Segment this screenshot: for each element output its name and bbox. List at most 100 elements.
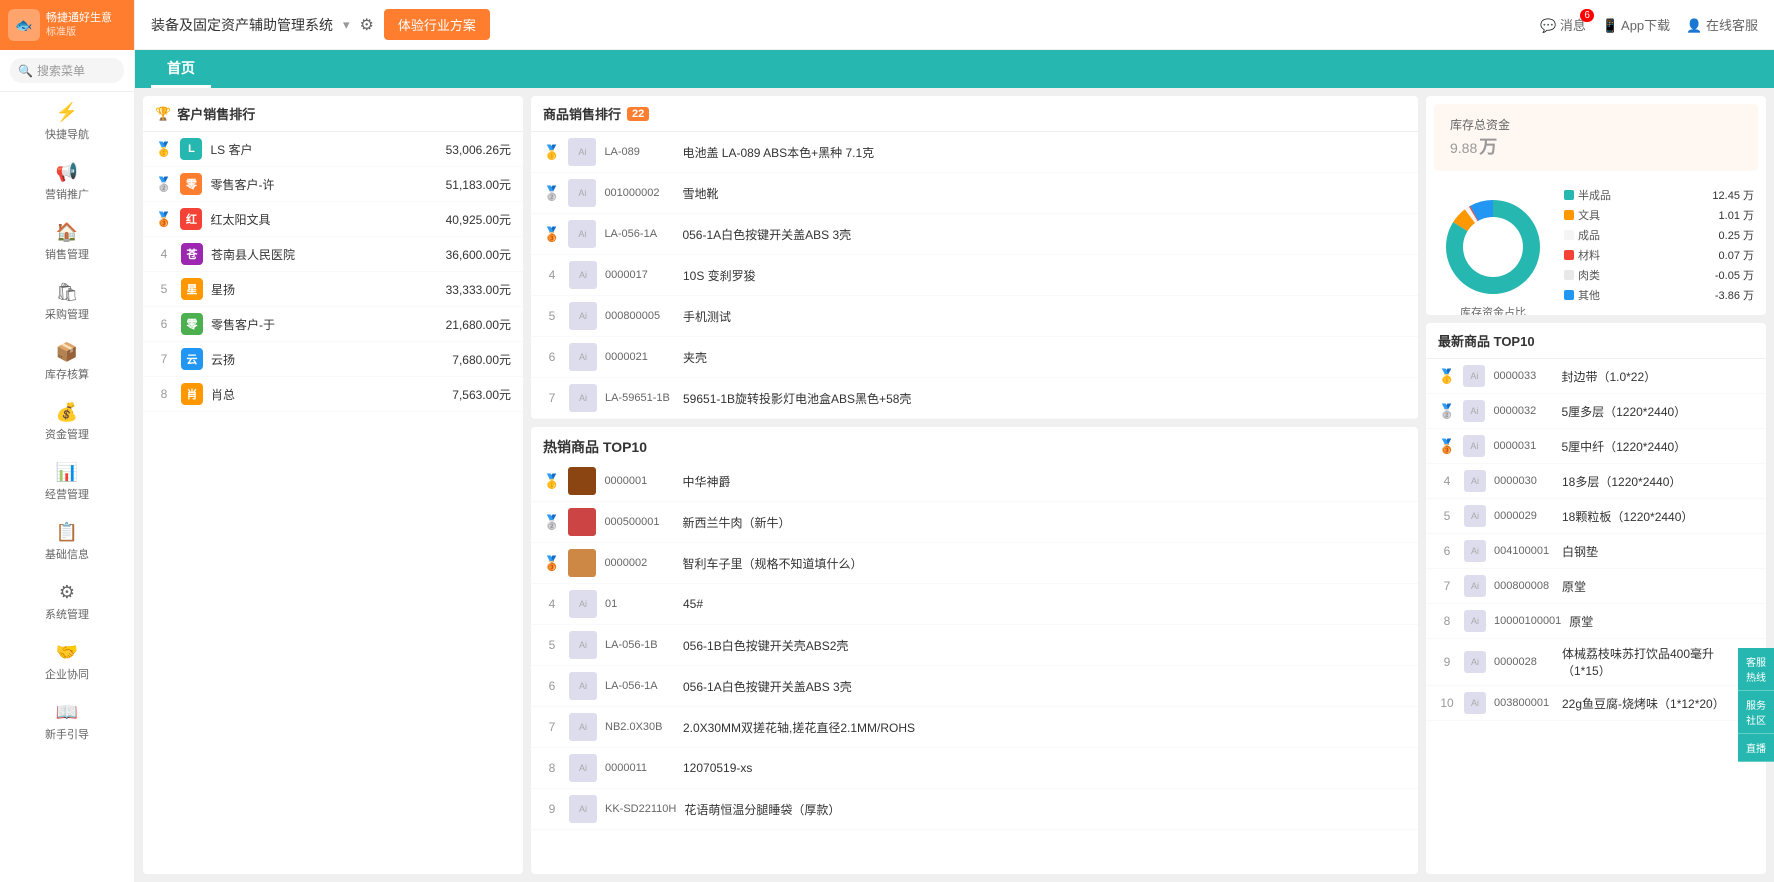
tab-home[interactable]: 首页 xyxy=(151,50,211,88)
customer-rank-list: 🥇 L LS 客户 53,006.26元 🥈 零 零售客户-许 51,183.0… xyxy=(143,132,523,412)
customer-ranking-title: 客户销售排行 xyxy=(177,104,255,123)
new-product-item: 6 Ai 004100001 白钢垫 xyxy=(1426,534,1766,569)
hot-product-thumb: Ai xyxy=(569,631,597,659)
legend-name: 半成品 xyxy=(1578,187,1700,203)
online-service-button[interactable]: 👤 在线客服 xyxy=(1686,15,1758,34)
inventory-summary: 库存总资金 9.88万 xyxy=(1434,104,1758,171)
product-sales-item: 🥉 Ai LA-056-1A 056-1A白色按键开关盖ABS 3壳 xyxy=(531,214,1418,255)
legend-item: 文具 1.01 万 xyxy=(1564,207,1754,223)
sidebar-item-sales[interactable]: 🏠 销售管理 xyxy=(0,212,134,272)
new-product-thumb: Ai xyxy=(1464,470,1486,492)
header-right: 💬 6 消息 📱 App下载 👤 在线客服 xyxy=(1540,15,1758,34)
product-thumb: Ai xyxy=(569,302,597,330)
hot-product-code: KK-SD22110H xyxy=(605,803,676,815)
sidebar-item-marketing[interactable]: 📢 营销推广 xyxy=(0,152,134,212)
product-code: 001000002 xyxy=(604,187,674,199)
message-button[interactable]: 💬 6 消息 xyxy=(1540,15,1586,34)
customer-name: 肖总 xyxy=(211,386,444,403)
legend-value: 0.25 万 xyxy=(1704,227,1754,243)
hot-product-code: 0000011 xyxy=(605,762,675,774)
donut-label: 库存资金占比 xyxy=(1460,304,1526,315)
customer-name: 星扬 xyxy=(211,281,438,298)
customer-name: 零售客户-许 xyxy=(210,176,437,193)
sales-label: 销售管理 xyxy=(45,246,89,262)
customer-name: 云扬 xyxy=(211,351,444,368)
service-icon: 👤 xyxy=(1686,18,1702,33)
app-download-button[interactable]: 📱 App下载 xyxy=(1602,15,1670,34)
sidebar-nav: ⚡ 快捷导航 📢 营销推广 🏠 销售管理 🛍 采购管理 📦 库存核算 💰 资金管… xyxy=(0,92,134,882)
search-menu-item[interactable]: 🔍 搜索菜单 xyxy=(10,58,124,83)
donut-chart: 库存资金占比 xyxy=(1438,192,1548,302)
new-product-item: 9 Ai 0000028 体械荔枝味苏打饮品400毫升（1*15） xyxy=(1426,639,1766,686)
product-name: 电池盖 LA-089 ABS本色+黑种 7.1克 xyxy=(682,144,1406,161)
new-product-code: 000800008 xyxy=(1494,580,1554,592)
hot-product-item: 🥉 0000002 智利车子里（规格不知道填什么） xyxy=(531,543,1418,584)
basic-label: 基础信息 xyxy=(45,546,89,562)
main-area: 装备及固定资产辅助管理系统 ▾ ⚙ 体验行业方案 💬 6 消息 📱 App下载 … xyxy=(135,0,1774,882)
hot-product-name: 12070519-xs xyxy=(683,761,1406,775)
sidebar-item-quicknav[interactable]: ⚡ 快捷导航 xyxy=(0,92,134,152)
customer-rank-item: 6 零 零售客户-于 21,680.00元 xyxy=(143,307,523,342)
right-column: 库存总资金 9.88万 xyxy=(1426,96,1766,874)
legend-value: -3.86 万 xyxy=(1704,287,1754,303)
new-products-list: 🥇 Ai 0000033 封边带（1.0*22） 🥈 Ai 0000032 5厘… xyxy=(1426,359,1766,874)
new-products-card: 最新商品 TOP10 🥇 Ai 0000033 封边带（1.0*22） 🥈 Ai… xyxy=(1426,323,1766,874)
new-product-code: 0000028 xyxy=(1494,656,1554,668)
customer-avatar: 红 xyxy=(180,208,202,230)
legend-name: 成品 xyxy=(1578,227,1700,243)
sidebar-item-finance[interactable]: 💰 资金管理 xyxy=(0,392,134,452)
hot-product-item: 4 Ai 01 45# xyxy=(531,584,1418,625)
customer-rank-item: 4 苍 苍南县人民医院 36,600.00元 xyxy=(143,237,523,272)
new-product-item: 10 Ai 003800001 22g鱼豆腐-烧烤味（1*12*20） xyxy=(1426,686,1766,721)
mid-column: 商品销售排行 22 🥇 Ai LA-089 电池盖 LA-089 ABS本色+黑… xyxy=(531,96,1418,874)
product-code: 000800005 xyxy=(605,310,675,322)
gear-icon[interactable]: ⚙ xyxy=(360,15,374,35)
sidebar-item-inventory[interactable]: 📦 库存核算 xyxy=(0,332,134,392)
trial-button[interactable]: 体验行业方案 xyxy=(384,9,490,40)
customer-rank-item: 🥇 L LS 客户 53,006.26元 xyxy=(143,132,523,167)
hot-product-item: 6 Ai LA-056-1A 056-1A白色按键开关盖ABS 3壳 xyxy=(531,666,1418,707)
float-live-btn[interactable]: 直播 xyxy=(1738,734,1774,762)
new-product-code: 004100001 xyxy=(1494,545,1554,557)
new-product-code: 0000029 xyxy=(1494,510,1554,522)
sidebar-item-operations[interactable]: 📊 经营管理 xyxy=(0,452,134,512)
marketing-label: 营销推广 xyxy=(45,186,89,202)
new-product-code: 0000031 xyxy=(1493,440,1553,452)
legend-name: 文具 xyxy=(1578,207,1700,223)
customer-avatar: 星 xyxy=(181,278,203,300)
float-service-btn[interactable]: 客服热线 xyxy=(1738,648,1774,691)
new-product-name: 22g鱼豆腐-烧烤味（1*12*20） xyxy=(1562,695,1754,712)
collab-label: 企业协同 xyxy=(45,666,89,682)
customer-name: 红太阳文具 xyxy=(210,211,437,228)
customer-rank-item: 7 云 云扬 7,680.00元 xyxy=(143,342,523,377)
sidebar-item-purchase[interactable]: 🛍 采购管理 xyxy=(0,272,134,332)
purchase-icon: 🛍 xyxy=(56,282,79,303)
hot-product-thumb: Ai xyxy=(569,590,597,618)
sidebar-item-guide[interactable]: 📖 新手引导 xyxy=(0,692,134,752)
hot-product-thumb xyxy=(568,467,596,495)
dropdown-arrow[interactable]: ▾ xyxy=(343,17,350,33)
hot-product-item: 7 Ai NB2.0X30B 2.0X30MM双搓花轴,搓花直径2.1MM/RO… xyxy=(531,707,1418,748)
sidebar-item-basic[interactable]: 📋 基础信息 xyxy=(0,512,134,572)
phone-icon: 📱 xyxy=(1602,18,1618,33)
customer-amount: 7,680.00元 xyxy=(452,351,511,368)
sidebar-search-container[interactable]: 🔍 搜索菜单 xyxy=(0,50,134,92)
hot-product-code: LA-056-1A xyxy=(605,680,675,692)
customer-amount: 51,183.00元 xyxy=(446,176,511,193)
sidebar-item-collab[interactable]: 🤝 企业协同 xyxy=(0,632,134,692)
legend-item: 其他 -3.86 万 xyxy=(1564,287,1754,303)
new-product-code: 003800001 xyxy=(1494,697,1554,709)
hot-product-thumb: Ai xyxy=(569,795,597,823)
hot-product-thumb xyxy=(568,549,596,577)
float-community-btn[interactable]: 服务社区 xyxy=(1738,691,1774,734)
customer-avatar: 零 xyxy=(181,313,203,335)
product-name: 雪地靴 xyxy=(682,185,1406,202)
product-thumb: Ai xyxy=(568,138,596,166)
marketing-icon: 📢 xyxy=(56,162,78,183)
new-product-code: 0000032 xyxy=(1493,405,1553,417)
sidebar-item-system[interactable]: ⚙ 系统管理 xyxy=(0,572,134,632)
customer-name: 零售客户-于 xyxy=(211,316,438,333)
product-sales-header: 商品销售排行 22 xyxy=(531,96,1418,132)
product-name: 59651-1B旋转投影灯电池盒ABS黑色+58壳 xyxy=(683,390,1406,407)
customer-avatar: 云 xyxy=(181,348,203,370)
